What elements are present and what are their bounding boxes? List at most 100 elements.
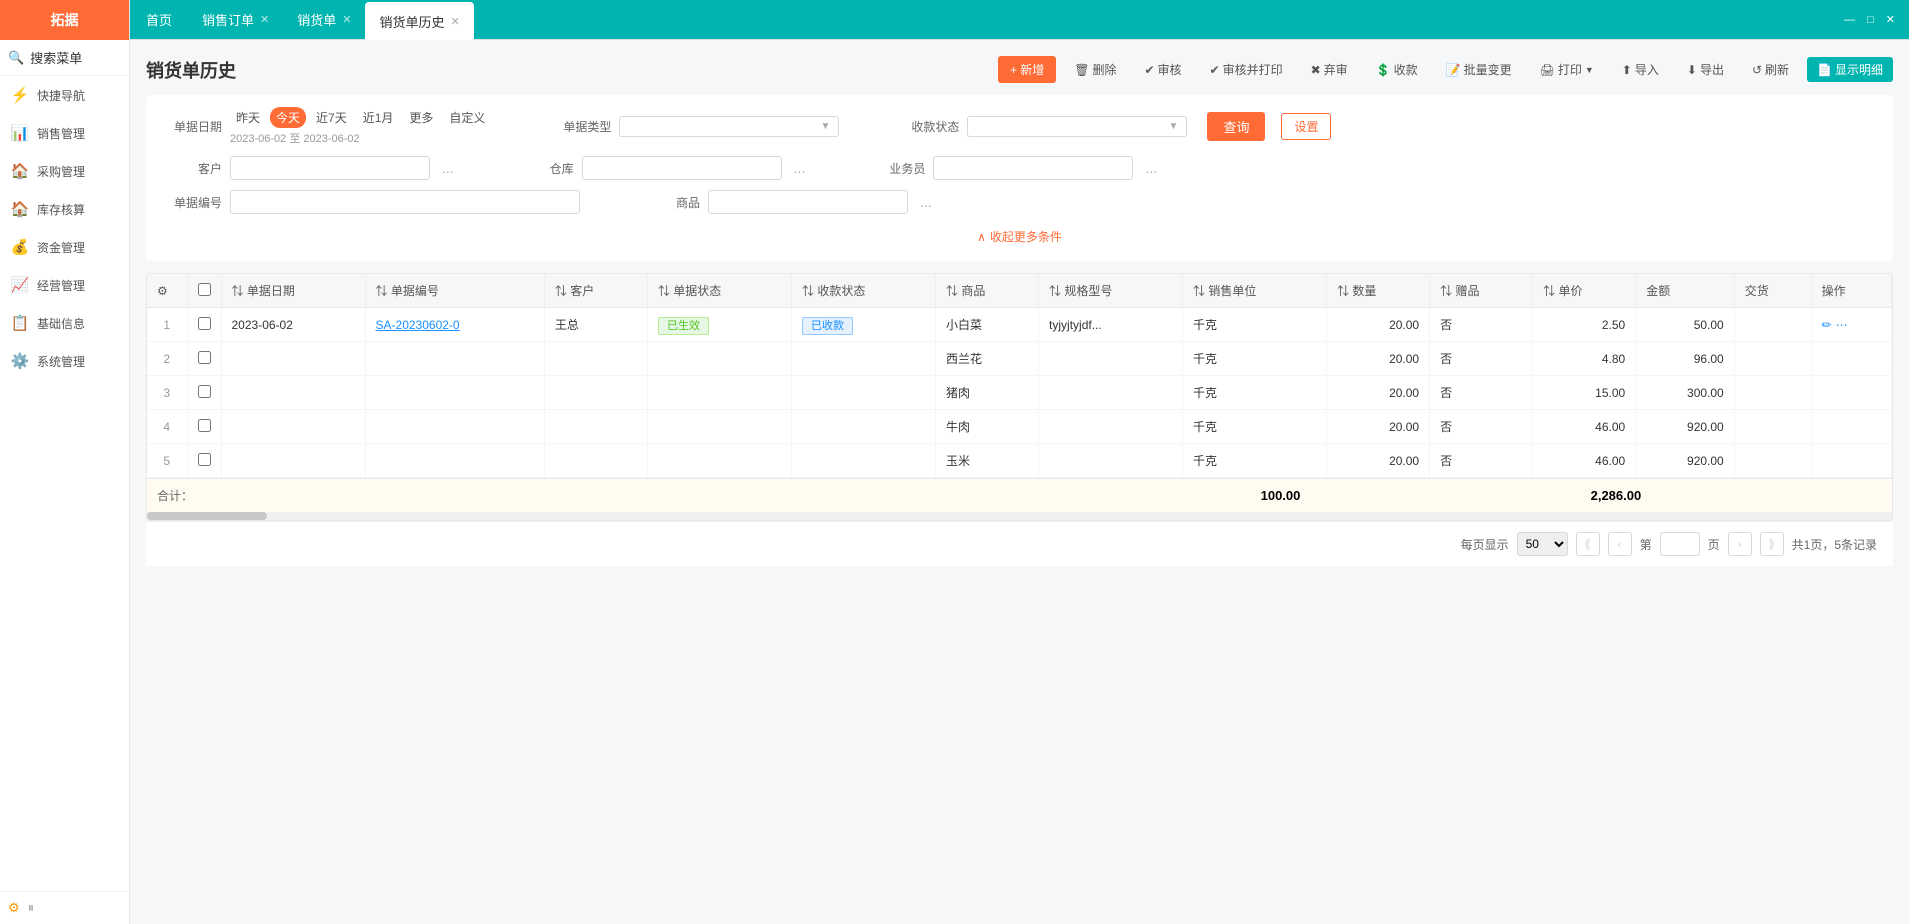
col-spec[interactable]: ⇅ 规格型号 [1039,274,1183,308]
date-btn-today[interactable]: 今天 [270,107,306,128]
tab-min-btn[interactable]: — [1840,12,1859,28]
row-checkbox[interactable] [198,317,211,330]
sidebar-item-inventory[interactable]: 🏠 库存核算 [0,190,129,228]
tab-max-btn[interactable]: □ [1863,12,1878,28]
row-checkbox[interactable] [198,453,211,466]
col-gear[interactable]: ⚙ [147,274,187,308]
doc-no-input[interactable] [230,190,580,214]
warehouse-dots[interactable]: ... [794,160,806,176]
row-docno[interactable] [365,410,544,444]
tab-sales-history[interactable]: 销货单历史 ✕ [365,2,473,41]
sidebar-item-system-mgmt[interactable]: ⚙️ 系统管理 [0,342,129,380]
sidebar-item-sales-mgmt[interactable]: 📊 销售管理 [0,114,129,152]
customer-input[interactable] [230,156,430,180]
collect-status-select[interactable]: ▼ [967,116,1187,137]
goods-input[interactable] [708,190,908,214]
col-trade[interactable]: 交货 [1734,274,1811,308]
add-button[interactable]: + 新增 [998,56,1056,83]
tab-sales-order[interactable]: 销售订单 ✕ [188,0,283,39]
current-page-input[interactable]: 1 [1660,532,1700,556]
audit-button[interactable]: ✔ 审核 [1134,57,1191,82]
next-page-btn[interactable]: › [1728,532,1752,556]
select-all-checkbox[interactable] [198,283,211,296]
row-checkbox-cell[interactable] [187,376,221,410]
row-qty: 20.00 [1327,410,1430,444]
row-gift: 否 [1430,410,1533,444]
row-checkbox-cell[interactable] [187,308,221,342]
date-btn-more[interactable]: 更多 [403,107,439,128]
show-detail-button[interactable]: 📄 显示明细 [1807,57,1893,82]
batch-change-button[interactable]: 📝 批量变更 [1436,57,1522,82]
tab-close-all-btn[interactable]: ✕ [1882,11,1899,28]
settings-button[interactable]: 设置 [1281,113,1331,140]
sidebar-bottom-icon2[interactable]: ⏸ [28,900,35,916]
col-goods[interactable]: ⇅ 商品 [935,274,1038,308]
col-amount[interactable]: 金额 [1636,274,1735,308]
row-docno[interactable] [365,376,544,410]
row-price: 46.00 [1533,444,1636,478]
customer-dots[interactable]: ... [442,160,454,176]
doc-no-link[interactable]: SA-20230602-0 [376,318,460,332]
goods-dots[interactable]: ... [920,194,932,210]
col-price[interactable]: ⇅ 单价 [1533,274,1636,308]
date-btn-yesterday[interactable]: 昨天 [230,107,266,128]
tab-close-sales-history[interactable]: ✕ [451,15,460,28]
col-qty[interactable]: ⇅ 数量 [1327,274,1430,308]
refresh-button[interactable]: ↺ 刷新 [1742,57,1799,82]
row-customer: 王总 [544,308,647,342]
col-collect-status[interactable]: ⇅ 收款状态 [791,274,935,308]
col-gift[interactable]: ⇅ 赠品 [1430,274,1533,308]
row-checkbox-cell[interactable] [187,444,221,478]
collect-status-badge: 已收款 [802,317,853,335]
export-button[interactable]: ⬇ 导出 [1677,57,1734,82]
horizontal-scrollbar[interactable] [147,512,1892,520]
col-date[interactable]: ⇅ 单据日期 [221,274,365,308]
tab-sales-goods[interactable]: 销货单 ✕ [283,0,365,39]
row-checkbox[interactable] [198,385,211,398]
sidebar-item-purchase-mgmt[interactable]: 🏠 采购管理 [0,152,129,190]
delete-button[interactable]: 🗑 删除 [1064,57,1126,82]
tab-home[interactable]: 首页 [130,0,188,39]
sidebar-bottom-icon1[interactable]: ⚙ [8,900,20,916]
prev-page-btn[interactable]: ‹ [1608,532,1632,556]
receive-button[interactable]: 💲 收款 [1366,57,1428,82]
col-customer[interactable]: ⇅ 客户 [544,274,647,308]
print-button[interactable]: 🖨 打印 ▼ [1530,57,1604,82]
sidebar-item-basic-info[interactable]: 📋 基础信息 [0,304,129,342]
date-btn-custom[interactable]: 自定义 [443,107,491,128]
col-unit[interactable]: ⇅ 销售单位 [1183,274,1327,308]
first-page-btn[interactable]: ⟪ [1576,532,1600,556]
staff-dots[interactable]: ... [1145,160,1157,176]
col-doc-status[interactable]: ⇅ 单据状态 [647,274,791,308]
col-docno[interactable]: ⇅ 单据编号 [365,274,544,308]
abandon-button[interactable]: ✖ 弃审 [1301,57,1358,82]
date-btn-1month[interactable]: 近1月 [357,107,400,128]
row-checkbox[interactable] [198,351,211,364]
query-button[interactable]: 查询 [1207,112,1265,141]
edit-icon[interactable]: ✏ [1822,318,1832,332]
row-checkbox[interactable] [198,419,211,432]
sidebar-item-operations[interactable]: 📈 经营管理 [0,266,129,304]
tab-close-sales-goods[interactable]: ✕ [342,13,351,26]
import-button[interactable]: ⬆ 导入 [1612,57,1669,82]
row-docno[interactable]: SA-20230602-0 [365,308,544,342]
row-checkbox-cell[interactable] [187,410,221,444]
scrollbar-thumb[interactable] [147,512,267,520]
row-docno[interactable] [365,342,544,376]
date-btn-7days[interactable]: 近7天 [310,107,353,128]
row-checkbox-cell[interactable] [187,342,221,376]
sidebar-search[interactable]: 🔍 搜索菜单 [0,40,129,76]
sidebar-item-finance[interactable]: 💰 资金管理 [0,228,129,266]
per-page-select[interactable]: 50 100 [1517,532,1568,556]
row-docno[interactable] [365,444,544,478]
doc-type-select[interactable]: ▼ [619,116,839,137]
sidebar-item-quick-nav[interactable]: ⚡ 快捷导航 [0,76,129,114]
last-page-btn[interactable]: ⟫ [1760,532,1784,556]
more-icon[interactable]: ⋯ [1836,318,1848,332]
staff-input[interactable] [933,156,1133,180]
tab-close-sales-order[interactable]: ✕ [260,13,269,26]
col-check[interactable] [187,274,221,308]
audit-print-button[interactable]: ✔ 审核并打印 [1200,57,1293,82]
collapse-button[interactable]: ∧ 收起更多条件 [162,224,1877,249]
warehouse-input[interactable] [582,156,782,180]
